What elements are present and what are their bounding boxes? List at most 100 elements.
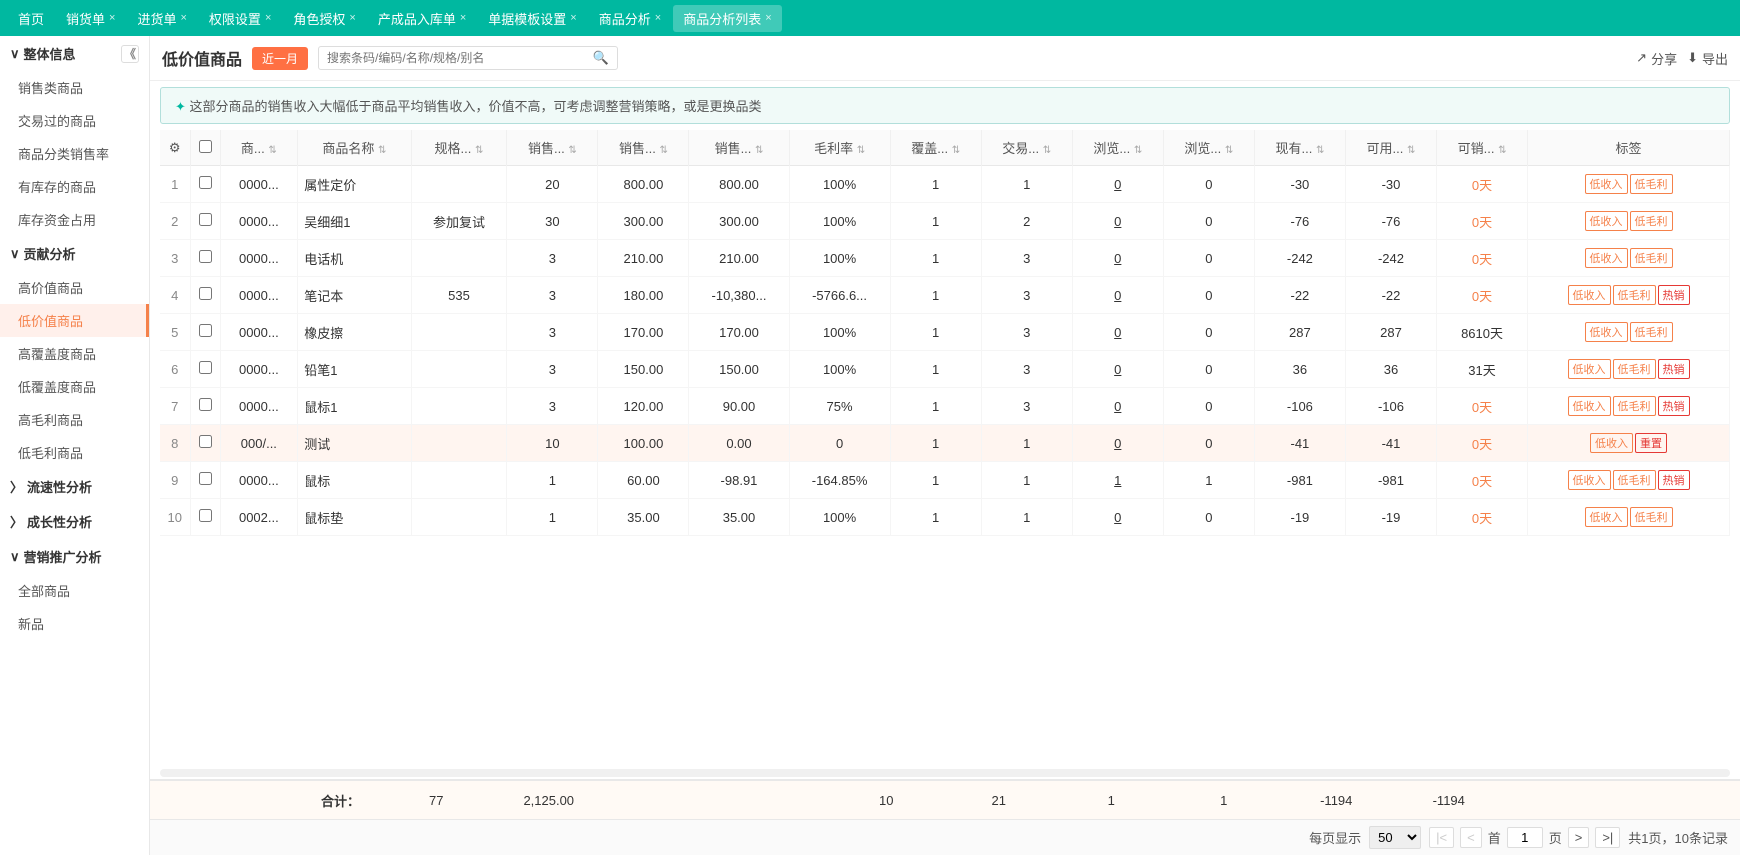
sidebar-item-stock-goods[interactable]: 有库存的商品 [0,170,149,203]
pager-first-button[interactable]: |< [1429,827,1454,848]
row-browse1[interactable]: 0 [1072,166,1163,203]
browse-link[interactable]: 0 [1114,362,1121,377]
browse-link[interactable]: 1 [1114,473,1121,488]
row-margin: 100% [789,203,890,240]
row-select-checkbox[interactable] [199,435,212,448]
row-browse1[interactable]: 0 [1072,499,1163,536]
nav-product-analysis[interactable]: 商品分析 × [589,5,671,32]
export-button[interactable]: ⬇ 导出 [1687,49,1728,68]
browse-link[interactable]: 0 [1114,251,1121,266]
sidebar-item-new-goods[interactable]: 新品 [0,607,149,640]
browse-link[interactable]: 0 [1114,214,1121,229]
sidebar-section-contribution[interactable]: ∨ 贡献分析 [0,236,149,271]
search-icon[interactable]: 🔍 [593,50,609,66]
nav-role-auth[interactable]: 角色授权 × [283,5,365,32]
share-button[interactable]: ↗ 分享 [1636,49,1677,68]
sidebar-section-velocity[interactable]: 〉 流速性分析 [0,469,149,504]
row-checkbox[interactable] [190,277,220,314]
row-select-checkbox[interactable] [199,176,212,189]
pager-current-page[interactable] [1507,827,1543,848]
row-browse1[interactable]: 0 [1072,203,1163,240]
sidebar-item-sales-goods[interactable]: 销售类商品 [0,71,149,104]
row-select-checkbox[interactable] [199,398,212,411]
close-product-analysis-list-icon[interactable]: × [765,12,771,24]
filter-recent-month-button[interactable]: 近一月 [252,47,308,70]
nav-product-inbound[interactable]: 产成品入库单 × [368,5,476,32]
sidebar-item-traded-goods[interactable]: 交易过的商品 [0,104,149,137]
close-template-settings-icon[interactable]: × [570,12,576,24]
sidebar-section-overall[interactable]: ∨ 整体信息 《 [0,36,149,71]
pager-prev-button[interactable]: < [1460,827,1482,848]
row-select-checkbox[interactable] [199,250,212,263]
row-num: 1 [160,166,190,203]
sidebar-item-low-margin[interactable]: 低毛利商品 [0,436,149,469]
row-checkbox[interactable] [190,166,220,203]
close-sales-order-icon[interactable]: × [109,12,115,24]
close-product-inbound-icon[interactable]: × [460,12,466,24]
row-select-checkbox[interactable] [199,213,212,226]
row-browse1[interactable]: 1 [1072,462,1163,499]
row-browse1[interactable]: 0 [1072,388,1163,425]
select-all-checkbox[interactable] [199,140,212,153]
close-purchase-order-icon[interactable]: × [180,12,186,24]
pager-last-button[interactable]: >| [1595,827,1620,848]
row-select-checkbox[interactable] [199,287,212,300]
row-spec [411,166,507,203]
close-product-analysis-icon[interactable]: × [655,12,661,24]
sidebar-item-category-sales[interactable]: 商品分类销售率 [0,137,149,170]
search-input[interactable] [327,51,589,65]
sidebar-item-stock-funds[interactable]: 库存资金占用 [0,203,149,236]
th-settings[interactable]: ⚙ [160,130,190,166]
sidebar-item-low-coverage[interactable]: 低覆盖度商品 [0,370,149,403]
browse-link[interactable]: 0 [1114,436,1121,451]
search-box: 🔍 [318,46,618,70]
collapse-button[interactable]: 《 [121,45,139,63]
sidebar-section-marketing[interactable]: ∨ 营销推广分析 [0,539,149,574]
row-select-checkbox[interactable] [199,324,212,337]
nav-purchase-order[interactable]: 进货单 × [127,5,196,32]
row-checkbox[interactable] [190,240,220,277]
horizontal-scrollbar[interactable] [160,769,1730,777]
nav-permissions[interactable]: 权限设置 × [199,5,281,32]
row-s1: 3 [507,388,598,425]
row-browse1[interactable]: 0 [1072,351,1163,388]
sidebar-item-high-margin[interactable]: 高毛利商品 [0,403,149,436]
th-checkbox[interactable] [190,130,220,166]
row-checkbox[interactable] [190,425,220,462]
row-checkbox[interactable] [190,351,220,388]
sidebar-item-high-value[interactable]: 高价值商品 [0,271,149,304]
row-browse1[interactable]: 0 [1072,240,1163,277]
pager-next-button[interactable]: > [1568,827,1590,848]
row-trans: 1 [981,462,1072,499]
table-header-row: ⚙ 商... ⇅ 商品名称 ⇅ 规格... ⇅ 销售... ⇅ 销售... ⇅ … [160,130,1730,166]
nav-sales-order[interactable]: 销货单 × [56,5,125,32]
browse-link[interactable]: 0 [1114,399,1121,414]
row-checkbox[interactable] [190,462,220,499]
browse-link[interactable]: 0 [1114,510,1121,525]
nav-template-settings[interactable]: 单据模板设置 × [478,5,586,32]
row-select-checkbox[interactable] [199,361,212,374]
row-browse2: 0 [1163,166,1254,203]
row-s2: 120.00 [598,388,689,425]
sidebar-item-low-value[interactable]: 低价值商品 [0,304,149,337]
sidebar-item-high-coverage[interactable]: 高覆盖度商品 [0,337,149,370]
row-checkbox[interactable] [190,203,220,240]
sidebar-section-growth[interactable]: 〉 成长性分析 [0,504,149,539]
nav-home[interactable]: 首页 [8,5,54,32]
browse-link[interactable]: 0 [1114,325,1121,340]
row-browse1[interactable]: 0 [1072,277,1163,314]
close-role-auth-icon[interactable]: × [349,12,355,24]
sidebar-item-all-goods[interactable]: 全部商品 [0,574,149,607]
browse-link[interactable]: 0 [1114,177,1121,192]
close-permissions-icon[interactable]: × [265,12,271,24]
per-page-select[interactable]: 50 100 200 [1369,826,1421,849]
browse-link[interactable]: 0 [1114,288,1121,303]
row-select-checkbox[interactable] [199,472,212,485]
row-select-checkbox[interactable] [199,509,212,522]
row-checkbox[interactable] [190,314,220,351]
row-checkbox[interactable] [190,499,220,536]
nav-product-analysis-list[interactable]: 商品分析列表 × [673,5,781,32]
row-checkbox[interactable] [190,388,220,425]
row-browse1[interactable]: 0 [1072,425,1163,462]
row-browse1[interactable]: 0 [1072,314,1163,351]
